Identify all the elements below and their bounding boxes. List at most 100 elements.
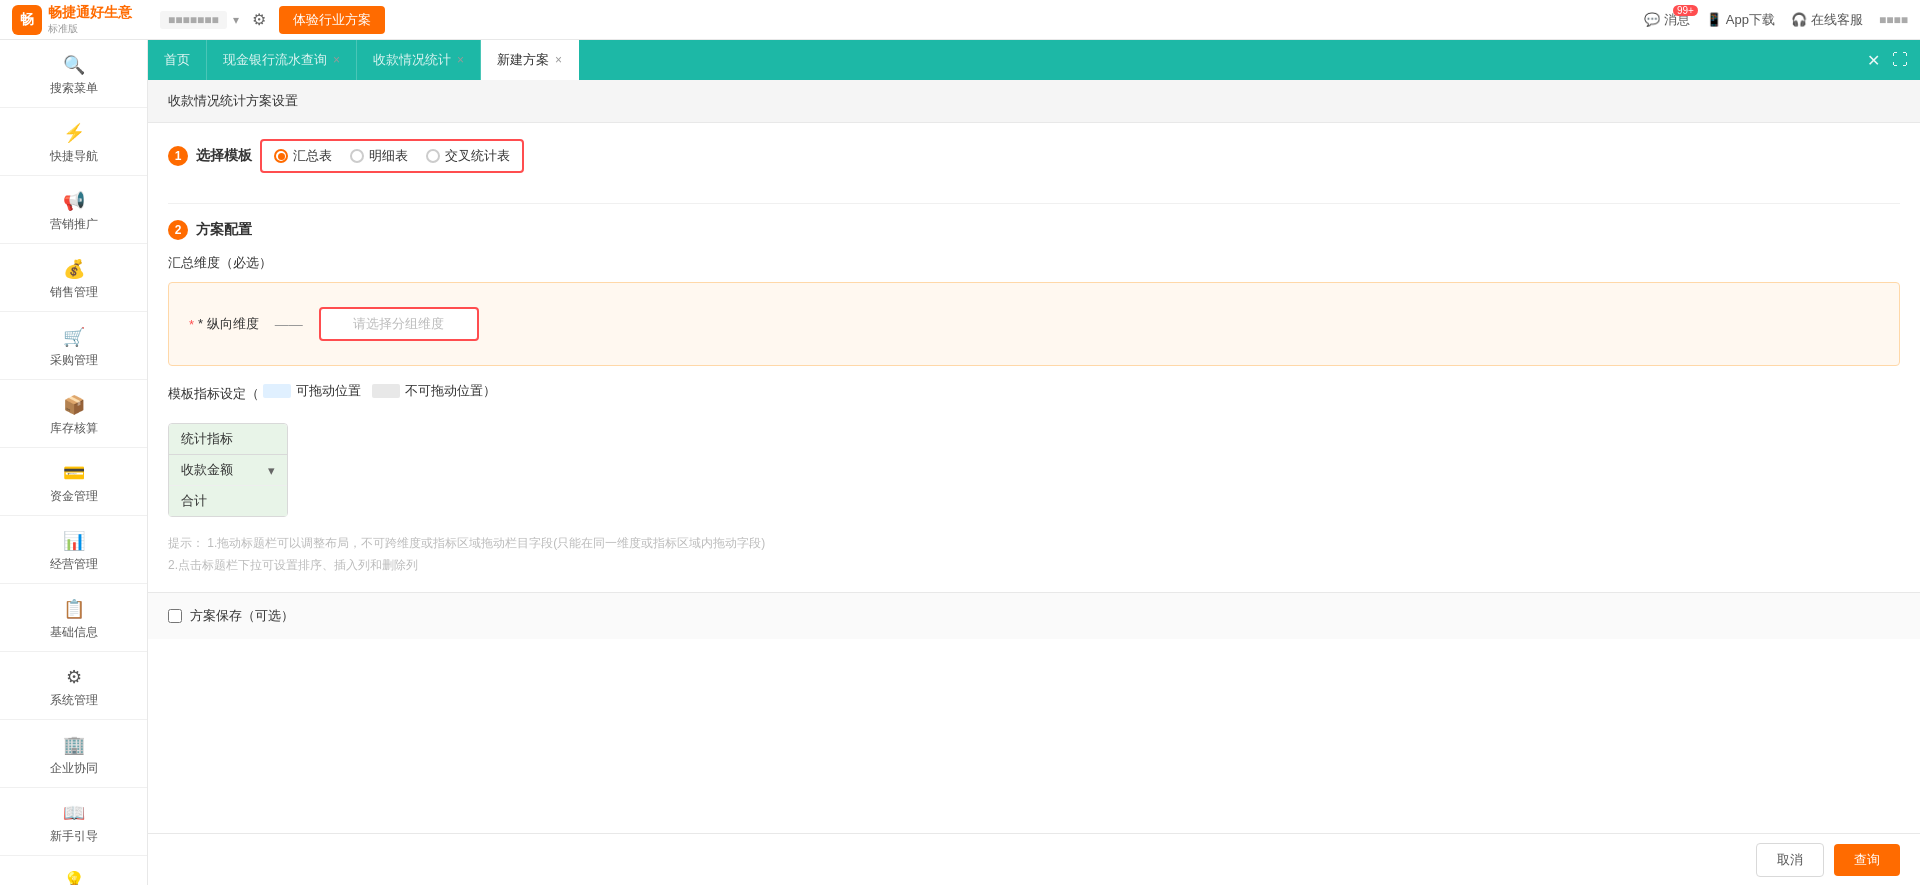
industry-btn[interactable]: 体验行业方案 <box>279 6 385 34</box>
newbie-icon: 📖 <box>63 802 85 824</box>
sidebar-item-label: 搜索菜单 <box>50 80 98 97</box>
tab-bank-flow-label: 现金银行流水查询 <box>223 51 327 69</box>
sidebar-item-search[interactable]: 🔍 搜索菜单 <box>0 40 147 108</box>
summary-dim-title: 汇总维度（必选） <box>168 254 1900 272</box>
logo-text: 畅捷通好生意 <box>48 4 132 22</box>
sidebar-item-sales[interactable]: 💰 销售管理 <box>0 244 147 312</box>
save-label: 方案保存（可选） <box>190 607 294 625</box>
step1-num: 1 <box>168 146 188 166</box>
marketing-icon: 📢 <box>63 190 85 212</box>
tab-new-plan-close[interactable]: × <box>555 53 562 67</box>
vertical-dim-label: * * 纵向维度 <box>189 315 259 333</box>
sidebar-item-marketing[interactable]: 📢 营销推广 <box>0 176 147 244</box>
service-label: 在线客服 <box>1811 11 1863 29</box>
legend-fixed-label: 不可拖动位置） <box>405 382 496 400</box>
quicknav-icon: ⚡ <box>63 122 85 144</box>
radio-label-detail: 明细表 <box>369 147 408 165</box>
radio-detail[interactable]: 明细表 <box>350 147 408 165</box>
logo-icon: 畅 <box>12 5 42 35</box>
save-checkbox[interactable] <box>168 609 182 623</box>
indicator-col1: 收款金额 ▾ <box>169 455 287 486</box>
page-content: 收款情况统计方案设置 1 选择模板 汇总表 <box>148 80 1920 833</box>
indicator-col1-dropdown[interactable]: ▾ <box>268 463 275 478</box>
search-icon: 🔍 <box>63 54 85 76</box>
collab-icon: 🏢 <box>63 734 85 756</box>
sidebar-item-label: 快捷导航 <box>50 148 98 165</box>
tab-bank-flow-close[interactable]: × <box>333 53 340 67</box>
tab-collection-stats[interactable]: 收款情况统计 × <box>357 40 481 80</box>
management-icon: 📊 <box>63 530 85 552</box>
sidebar-item-hardware[interactable]: 💡 智能硬件 <box>0 856 147 885</box>
company-dropdown-arrow[interactable]: ▾ <box>233 13 239 27</box>
arrow-right-icon: —— <box>275 316 303 332</box>
message-badge: 99+ <box>1673 5 1698 16</box>
template-options-box: 汇总表 明细表 交叉统计表 <box>260 139 524 173</box>
tab-close-icon[interactable]: ✕ <box>1863 47 1884 74</box>
sidebar-item-finance[interactable]: 💳 资金管理 <box>0 448 147 516</box>
sidebar-item-label: 库存核算 <box>50 420 98 437</box>
indicator-header: 统计指标 <box>169 424 287 455</box>
footer-bar: 取消 查询 <box>148 833 1920 885</box>
sidebar-item-quicknav[interactable]: ⚡ 快捷导航 <box>0 108 147 176</box>
dim-select-box[interactable]: 请选择分组维度 <box>319 307 479 341</box>
top-bar: 畅 畅捷通好生意 标准版 ■■■■■■■ ▾ ⚙ 体验行业方案 💬 消息 99+… <box>0 0 1920 40</box>
radio-summary[interactable]: 汇总表 <box>274 147 332 165</box>
sidebar-item-baseinfo[interactable]: 📋 基础信息 <box>0 584 147 652</box>
sidebar-item-label: 基础信息 <box>50 624 98 641</box>
tab-collection-stats-close[interactable]: × <box>457 53 464 67</box>
download-icon: 📱 <box>1706 12 1722 27</box>
top-right: 💬 消息 99+ 📱 App下载 🎧 在线客服 ■■■■ <box>1644 11 1908 29</box>
save-section: 方案保存（可选） <box>148 592 1920 639</box>
movable-dot <box>263 384 291 398</box>
tab-home-label: 首页 <box>164 51 190 69</box>
tab-bar: 首页 现金银行流水查询 × 收款情况统计 × 新建方案 × ✕ ⛶ <box>148 40 1920 80</box>
sidebar-item-system[interactable]: ⚙ 系统管理 <box>0 652 147 720</box>
system-icon: ⚙ <box>66 666 82 688</box>
tab-home[interactable]: 首页 <box>148 40 207 80</box>
radio-circle-detail <box>350 149 364 163</box>
message-btn[interactable]: 💬 消息 99+ <box>1644 11 1690 29</box>
company-name: ■■■■■■■ <box>160 11 227 29</box>
user-name: ■■■■ <box>1879 13 1908 27</box>
query-button[interactable]: 查询 <box>1834 844 1900 876</box>
radio-cross[interactable]: 交叉统计表 <box>426 147 510 165</box>
indicator-col1-label: 收款金额 <box>181 461 233 479</box>
baseinfo-icon: 📋 <box>63 598 85 620</box>
step1-title: 选择模板 <box>196 147 252 165</box>
indicator-table: 统计指标 收款金额 ▾ 合计 <box>168 423 288 517</box>
tips-section: 提示： 1.拖动标题栏可以调整布局，不可跨维度或指标区域拖动栏目字段(只能在同一… <box>168 517 1900 576</box>
sidebar-item-inventory[interactable]: 📦 库存核算 <box>0 380 147 448</box>
cancel-button[interactable]: 取消 <box>1756 843 1824 877</box>
sidebar-item-label: 销售管理 <box>50 284 98 301</box>
hardware-icon: 💡 <box>63 870 85 885</box>
tab-new-plan[interactable]: 新建方案 × <box>481 40 579 80</box>
sidebar-item-label: 经营管理 <box>50 556 98 573</box>
step1-section: 1 选择模板 汇总表 明细表 <box>148 123 1920 203</box>
indicator-header-label: 统计指标 <box>181 430 233 448</box>
finance-icon: 💳 <box>63 462 85 484</box>
main-layout: 🔍 搜索菜单 ⚡ 快捷导航 📢 营销推广 💰 销售管理 🛒 采购管理 📦 库存核… <box>0 40 1920 885</box>
tab-new-plan-label: 新建方案 <box>497 51 549 69</box>
download-label: App下载 <box>1726 11 1775 29</box>
tip1: 提示： 1.拖动标题栏可以调整布局，不可跨维度或指标区域拖动栏目字段(只能在同一… <box>168 533 1900 555</box>
sidebar-item-management[interactable]: 📊 经营管理 <box>0 516 147 584</box>
page-header: 收款情况统计方案设置 <box>148 80 1920 123</box>
page-inner: 收款情况统计方案设置 1 选择模板 汇总表 <box>148 80 1920 833</box>
summary-dim-title-text: 汇总维度（必选） <box>168 255 272 270</box>
tab-expand-icon[interactable]: ⛶ <box>1888 47 1912 73</box>
step2-num: 2 <box>168 220 188 240</box>
required-star: * <box>189 317 194 332</box>
sidebar-item-newbie[interactable]: 📖 新手引导 <box>0 788 147 856</box>
download-btn[interactable]: 📱 App下载 <box>1706 11 1775 29</box>
sidebar-item-label: 采购管理 <box>50 352 98 369</box>
gear-icon[interactable]: ⚙ <box>245 6 273 34</box>
indicator-section: 模板指标设定（ 可拖动位置 不可拖动位置） <box>168 382 1900 517</box>
service-btn[interactable]: 🎧 在线客服 <box>1791 11 1863 29</box>
sidebar-item-label: 营销推广 <box>50 216 98 233</box>
step2-section: 2 方案配置 汇总维度（必选） * * 纵向维度 —— 请选择分组维度 <box>148 204 1920 592</box>
tab-bank-flow[interactable]: 现金银行流水查询 × <box>207 40 357 80</box>
sidebar-item-purchase[interactable]: 🛒 采购管理 <box>0 312 147 380</box>
user-area[interactable]: ■■■■ <box>1879 13 1908 27</box>
sidebar-item-collab[interactable]: 🏢 企业协同 <box>0 720 147 788</box>
sales-icon: 💰 <box>63 258 85 280</box>
